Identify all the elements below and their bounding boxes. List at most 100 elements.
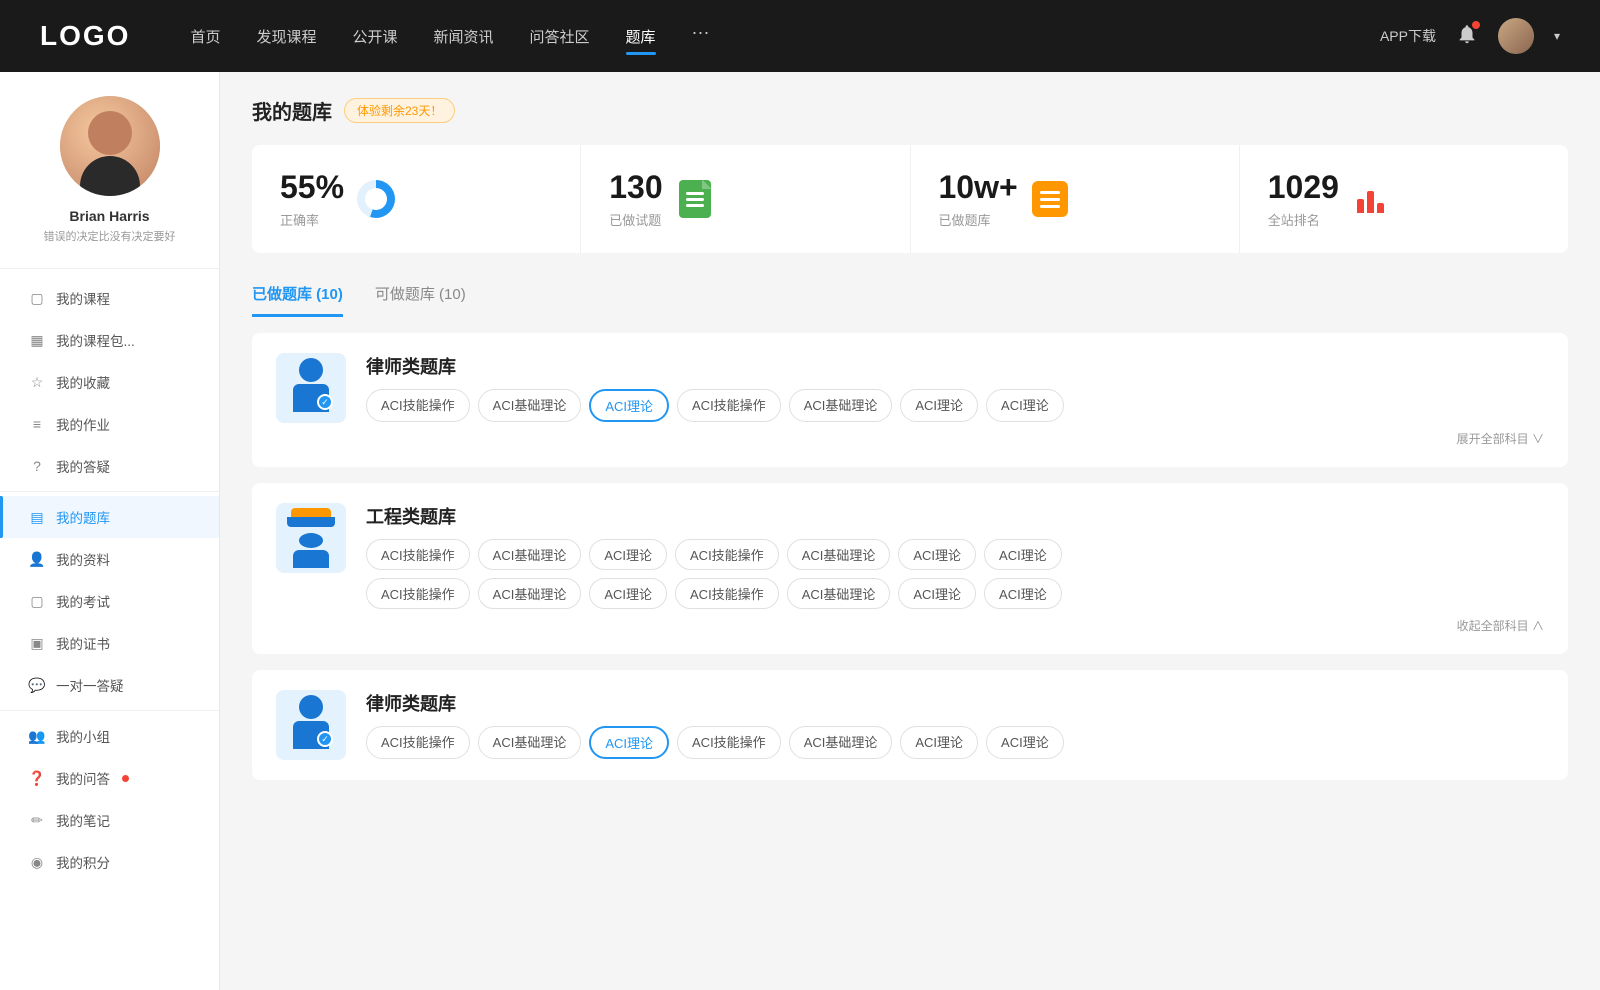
- tag-item[interactable]: ACI理论: [900, 726, 978, 759]
- tag-item[interactable]: ACI技能操作: [366, 539, 470, 570]
- tag-item[interactable]: ACI技能操作: [677, 389, 781, 422]
- tab-available-banks[interactable]: 可做题库 (10): [375, 273, 466, 317]
- sidebar: Brian Harris 错误的决定比没有决定要好 ▢ 我的课程 ▦ 我的课程包…: [0, 72, 220, 990]
- tag-item[interactable]: ACI基础理论: [787, 578, 891, 609]
- tag-item[interactable]: ACI理论: [986, 726, 1064, 759]
- user-menu-chevron[interactable]: ▾: [1554, 29, 1560, 43]
- engineer-hat: [291, 508, 331, 519]
- profile-section: Brian Harris 错误的决定比没有决定要好: [0, 96, 219, 269]
- tag-item[interactable]: ACI技能操作: [675, 539, 779, 570]
- nav-home[interactable]: 首页: [190, 22, 220, 51]
- bell-icon[interactable]: [1456, 23, 1478, 50]
- tag-item[interactable]: ACI理论: [898, 539, 976, 570]
- nav-items: 首页 发现课程 公开课 新闻资讯 问答社区 题库 ···: [190, 22, 1340, 51]
- stat-done-questions: 130 已做试题: [581, 145, 910, 253]
- tag-item[interactable]: ACI技能操作: [677, 726, 781, 759]
- sidebar-item-question-bank[interactable]: ▤ 我的题库: [0, 496, 219, 538]
- tag-item[interactable]: ACI理论: [986, 389, 1064, 422]
- sidebar-menu: ▢ 我的课程 ▦ 我的课程包... ☆ 我的收藏 ≡ 我的作业 ? 我的答疑 ▤: [0, 277, 219, 883]
- sidebar-item-qa[interactable]: ? 我的答疑: [0, 445, 219, 487]
- tag-item[interactable]: ACI基础理论: [478, 539, 582, 570]
- nav-more[interactable]: ···: [692, 22, 710, 51]
- sidebar-item-profile-data[interactable]: 👤 我的资料: [0, 538, 219, 580]
- tag-item[interactable]: ACI理论: [984, 539, 1062, 570]
- points-icon: ◉: [28, 854, 46, 871]
- nav-open-course[interactable]: 公开课: [352, 22, 397, 51]
- nav-qa[interactable]: 问答社区: [530, 22, 590, 51]
- question-bank-icon: ▤: [28, 509, 46, 526]
- user-avatar[interactable]: [1498, 18, 1534, 54]
- avatar-image: [60, 96, 160, 196]
- sidebar-item-course-pack[interactable]: ▦ 我的课程包...: [0, 319, 219, 361]
- sidebar-item-points[interactable]: ◉ 我的积分: [0, 841, 219, 883]
- tag-item[interactable]: ACI理论: [898, 578, 976, 609]
- done-banks-label: 已做题库: [939, 210, 1018, 229]
- bank-icon-engineer: [276, 503, 346, 573]
- homework-icon: ≡: [28, 416, 46, 432]
- sidebar-item-certificate[interactable]: ▣ 我的证书: [0, 622, 219, 664]
- sidebar-item-tutor[interactable]: 💬 一对一答疑: [0, 664, 219, 706]
- nav-news[interactable]: 新闻资讯: [434, 22, 494, 51]
- nav-discover[interactable]: 发现课程: [256, 22, 316, 51]
- bank-tags-lawyer2: ACI技能操作 ACI基础理论 ACI理论 ACI技能操作 ACI基础理论 AC…: [366, 726, 1544, 759]
- engineer-icon: [286, 508, 336, 568]
- sidebar-item-course[interactable]: ▢ 我的课程: [0, 277, 219, 319]
- tag-item[interactable]: ACI理论: [589, 578, 667, 609]
- sidebar-item-homework[interactable]: ≡ 我的作业: [0, 403, 219, 445]
- list-icon: [1032, 181, 1068, 217]
- sidebar-item-notes[interactable]: ✏ 我的笔记: [0, 799, 219, 841]
- ranking-value: 1029: [1268, 169, 1339, 206]
- bank-card-lawyer2: ✓ 律师类题库 ACI技能操作 ACI基础理论 ACI理论 ACI技能操作 AC…: [252, 670, 1568, 780]
- expand-link-lawyer[interactable]: 展开全部科目 ∨: [366, 430, 1544, 447]
- collapse-link-engineer[interactable]: 收起全部科目 ∧: [366, 617, 1544, 634]
- accuracy-label: 正确率: [280, 210, 344, 229]
- tag-item[interactable]: ACI理论: [984, 578, 1062, 609]
- chart-icon-wrap: [1351, 179, 1391, 219]
- tag-item[interactable]: ACI基础理论: [789, 389, 893, 422]
- lawyer-person-icon2: ✓: [286, 695, 336, 755]
- doc-icon-wrap: [675, 179, 715, 219]
- stat-done-banks: 10w+ 已做题库: [911, 145, 1240, 253]
- sidebar-item-group[interactable]: 👥 我的小组: [0, 715, 219, 757]
- stat-ranking: 1029 全站排名: [1240, 145, 1568, 253]
- bank-card-engineer: 工程类题库 ACI技能操作 ACI基础理论 ACI理论 ACI技能操作 ACI基…: [252, 483, 1568, 654]
- sidebar-item-exam[interactable]: ▢ 我的考试: [0, 580, 219, 622]
- tag-item[interactable]: ACI理论: [900, 389, 978, 422]
- tutor-icon: 💬: [28, 677, 46, 694]
- accuracy-icon: [356, 179, 396, 219]
- nav-app-download[interactable]: APP下载: [1380, 26, 1436, 46]
- tag-item[interactable]: ACI基础理论: [478, 389, 582, 422]
- tab-done-banks[interactable]: 已做题库 (10): [252, 273, 343, 317]
- doc-icon: [679, 180, 711, 218]
- tag-item[interactable]: ACI技能操作: [366, 578, 470, 609]
- sidebar-item-my-questions[interactable]: ❓ 我的问答: [0, 757, 219, 799]
- my-questions-icon: ❓: [28, 770, 46, 787]
- tag-item[interactable]: ACI基础理论: [789, 726, 893, 759]
- page-header: 我的题库 体验剩余23天！: [252, 96, 1568, 125]
- tag-item[interactable]: ACI基础理论: [478, 726, 582, 759]
- tag-item-selected[interactable]: ACI理论: [589, 389, 669, 422]
- bank-tags-engineer-row1: ACI技能操作 ACI基础理论 ACI理论 ACI技能操作 ACI基础理论 AC…: [366, 539, 1544, 570]
- tag-item[interactable]: ACI技能操作: [366, 389, 470, 422]
- stats-row: 55% 正确率 130 已做试题: [252, 145, 1568, 253]
- tag-item[interactable]: ACI技能操作: [366, 726, 470, 759]
- navbar: LOGO 首页 发现课程 公开课 新闻资讯 问答社区 题库 ··· APP下载 …: [0, 0, 1600, 72]
- profile-name: Brian Harris: [69, 208, 149, 224]
- person-check-icon: ✓: [317, 394, 333, 410]
- tag-item[interactable]: ACI理论: [589, 539, 667, 570]
- person-body2: ✓: [293, 721, 329, 749]
- tag-item[interactable]: ACI基础理论: [787, 539, 891, 570]
- sidebar-item-favorites[interactable]: ☆ 我的收藏: [0, 361, 219, 403]
- lawyer-person-icon: ✓: [286, 358, 336, 418]
- notes-icon: ✏: [28, 812, 46, 829]
- tag-item[interactable]: ACI基础理论: [478, 578, 582, 609]
- main-layout: Brian Harris 错误的决定比没有决定要好 ▢ 我的课程 ▦ 我的课程包…: [0, 72, 1600, 990]
- bell-notification-dot: [1472, 21, 1480, 29]
- engineer-head: [299, 533, 323, 548]
- tag-item-selected[interactable]: ACI理论: [589, 726, 669, 759]
- nav-question-bank[interactable]: 题库: [626, 22, 656, 51]
- tabs-row: 已做题库 (10) 可做题库 (10): [252, 273, 1568, 317]
- bank-name-lawyer2: 律师类题库: [366, 690, 1544, 716]
- tag-item[interactable]: ACI技能操作: [675, 578, 779, 609]
- bank-name-engineer: 工程类题库: [366, 503, 1544, 529]
